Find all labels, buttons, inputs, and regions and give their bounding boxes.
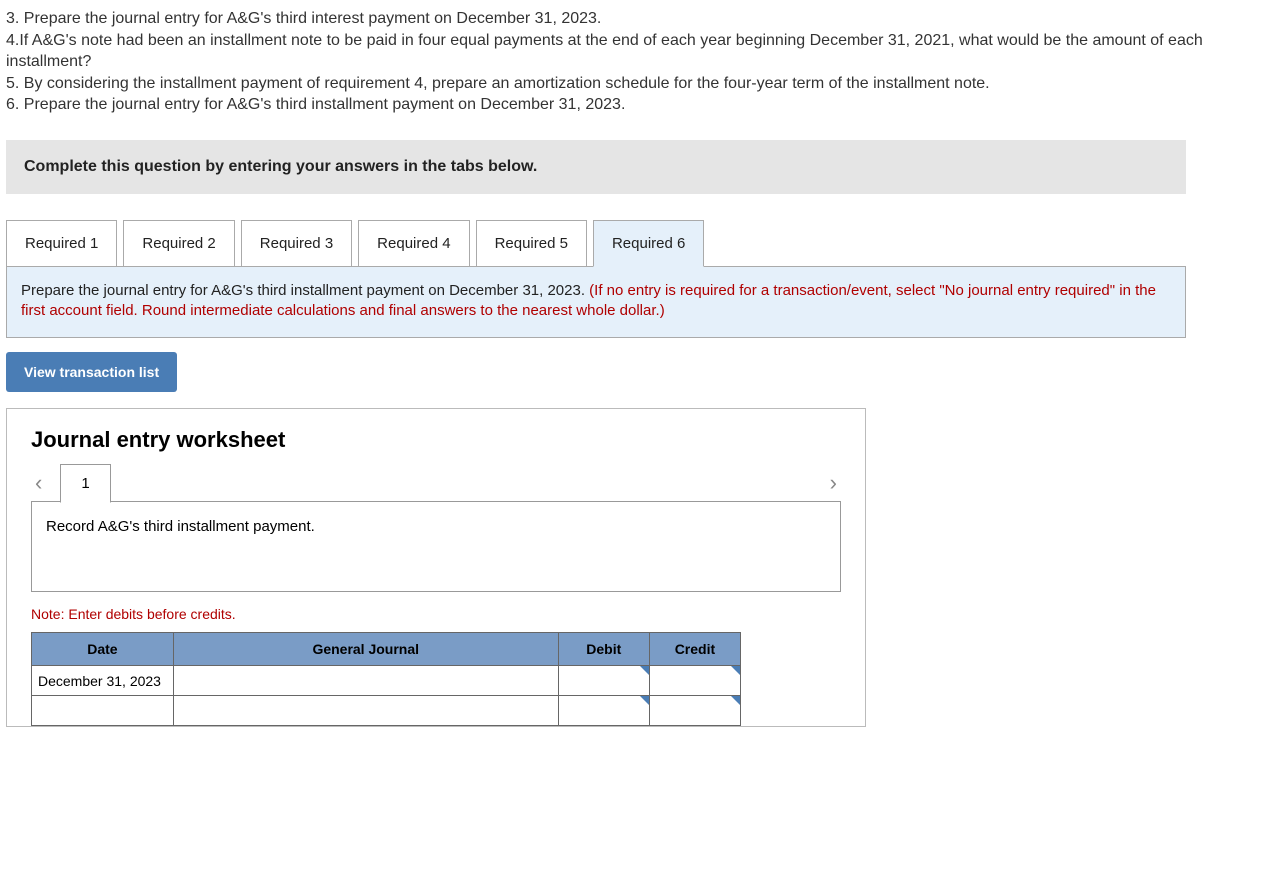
cell-account-1[interactable]: [173, 666, 558, 696]
tab-required-4[interactable]: Required 4: [358, 220, 469, 267]
tab-content: Prepare the journal entry for A&G's thir…: [6, 266, 1186, 339]
worksheet-title: Journal entry worksheet: [31, 427, 841, 453]
view-transaction-list-button[interactable]: View transaction list: [6, 352, 177, 392]
col-general-journal: General Journal: [173, 633, 558, 666]
tabs-row: Required 1 Required 2 Required 3 Require…: [6, 220, 1274, 267]
cell-credit-1[interactable]: [649, 666, 740, 696]
cell-debit-2[interactable]: [558, 696, 649, 726]
cell-date-2[interactable]: [32, 696, 174, 726]
col-credit: Credit: [649, 633, 740, 666]
chevron-left-icon[interactable]: ‹: [31, 470, 46, 496]
cell-account-2[interactable]: [173, 696, 558, 726]
question-4: 4.If A&G's note had been an installment …: [6, 30, 1274, 73]
dropdown-indicator-icon: [731, 696, 740, 705]
tab-required-6[interactable]: Required 6: [593, 220, 704, 267]
col-date: Date: [32, 633, 174, 666]
record-instruction-box: Record A&G's third installment payment.: [31, 501, 841, 592]
tab-required-5[interactable]: Required 5: [476, 220, 587, 267]
tab-required-1[interactable]: Required 1: [6, 220, 117, 267]
dropdown-indicator-icon: [640, 666, 649, 675]
question-3: 3. Prepare the journal entry for A&G's t…: [6, 8, 1274, 30]
col-debit: Debit: [558, 633, 649, 666]
table-row: December 31, 2023: [32, 666, 741, 696]
cell-credit-2[interactable]: [649, 696, 740, 726]
table-header-row: Date General Journal Debit Credit: [32, 633, 741, 666]
dropdown-indicator-icon: [640, 696, 649, 705]
tab-required-3[interactable]: Required 3: [241, 220, 352, 267]
instruction-bar: Complete this question by entering your …: [6, 140, 1186, 194]
dropdown-indicator-icon: [731, 666, 740, 675]
page-tab-1[interactable]: 1: [60, 464, 110, 503]
tab-prompt-main: Prepare the journal entry for A&G's thir…: [21, 282, 589, 299]
journal-entry-table: Date General Journal Debit Credit Decemb…: [31, 632, 741, 726]
journal-entry-worksheet: Journal entry worksheet ‹ 1 › Record A&G…: [6, 408, 866, 727]
question-6: 6. Prepare the journal entry for A&G's t…: [6, 94, 1274, 116]
tab-required-2[interactable]: Required 2: [123, 220, 234, 267]
cell-debit-1[interactable]: [558, 666, 649, 696]
cell-date-1[interactable]: December 31, 2023: [32, 666, 174, 696]
record-instruction-text: Record A&G's third installment payment.: [46, 518, 315, 535]
chevron-right-icon[interactable]: ›: [826, 470, 841, 496]
note-debits-before-credits: Note: Enter debits before credits.: [31, 606, 841, 622]
table-row: [32, 696, 741, 726]
question-block: 3. Prepare the journal entry for A&G's t…: [6, 8, 1274, 116]
pager-row: ‹ 1 ›: [31, 463, 841, 502]
question-5: 5. By considering the installment paymen…: [6, 73, 1274, 95]
